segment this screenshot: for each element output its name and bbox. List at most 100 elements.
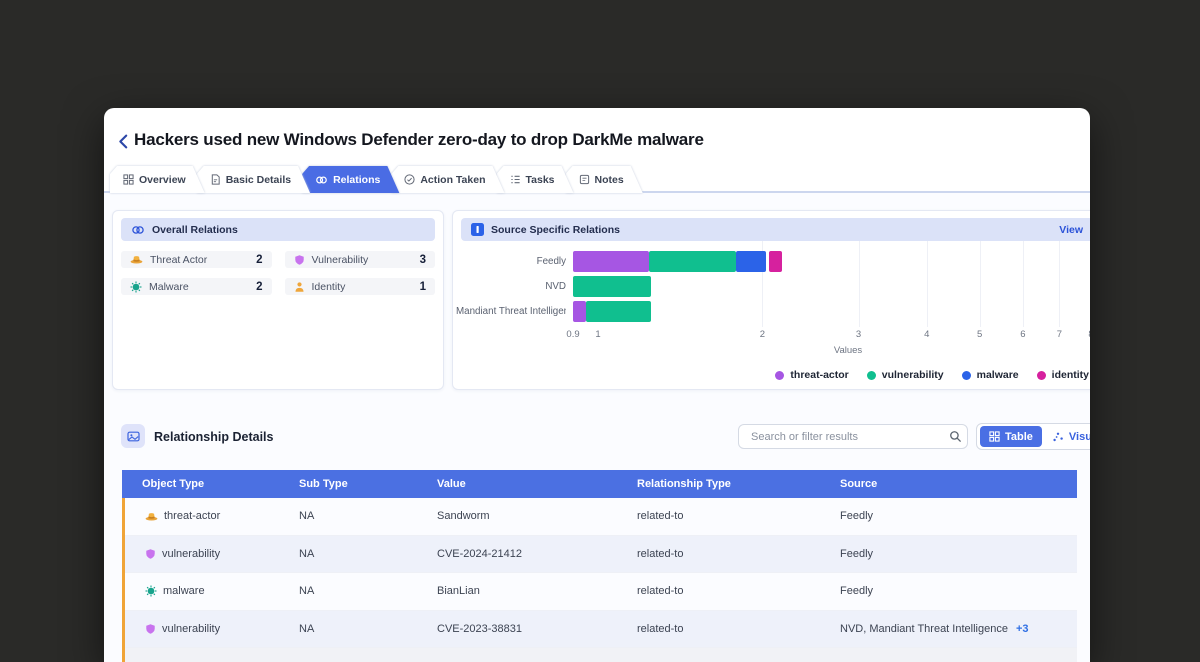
chart-gridline: [927, 241, 928, 327]
tab-bar: OverviewBasic Details Relations Action Tak…: [110, 165, 635, 193]
table-row[interactable]: threat-actorNASandwormrelated-toFeedly: [125, 498, 1077, 536]
cell-value: CVE-2023-38831: [417, 623, 617, 635]
cell-text: malware: [163, 585, 205, 597]
grid-icon: [123, 174, 134, 185]
cell-sub-type: NA: [279, 623, 417, 635]
cell-relationship-type: related-to: [617, 548, 820, 560]
column-header-object-type[interactable]: Object Type: [122, 478, 279, 490]
stat-identity[interactable]: Identity1: [285, 278, 436, 295]
source-more-link[interactable]: +3: [1016, 623, 1029, 635]
bar-segment-malware[interactable]: [736, 251, 766, 272]
table-row-partial[interactable]: [122, 648, 1077, 662]
stat-label: Malware: [149, 281, 249, 293]
table-row[interactable]: malwareNABianLianrelated-toFeedly: [125, 573, 1077, 611]
cell-source: Feedly: [820, 585, 1077, 597]
table-view-button[interactable]: Table: [980, 426, 1042, 447]
cell-relationship-type: related-to: [617, 510, 820, 522]
cell-text: related-to: [637, 623, 683, 635]
tab-overview[interactable]: Overview: [110, 166, 210, 193]
tab-label: Relations: [333, 174, 380, 186]
cell-value: Sandworm: [417, 510, 617, 522]
cell-text: BianLian: [437, 585, 480, 597]
cell-text: vulnerability: [162, 623, 220, 635]
cell-source: Feedly: [820, 548, 1077, 560]
cell-object-type: vulnerability: [125, 548, 279, 560]
x-axis-tick: 6: [1008, 329, 1038, 340]
column-header-value[interactable]: Value: [417, 478, 617, 490]
view-toggle: Table Visualize: [976, 423, 1090, 450]
legend-dot: [962, 371, 971, 380]
cell-text: Sandworm: [437, 510, 490, 522]
malware-icon: [145, 585, 157, 597]
cell-text: NA: [299, 623, 314, 635]
visualize-view-label: Visualize: [1069, 431, 1090, 443]
cell-sub-type: NA: [279, 548, 417, 560]
bar-segment-identity[interactable]: [769, 251, 781, 272]
x-axis-tick: 5: [965, 329, 995, 340]
x-axis-tick: 3: [844, 329, 874, 340]
legend-item-threat-actor[interactable]: threat-actor: [775, 369, 848, 381]
legend-dot: [867, 371, 876, 380]
cell-value: BianLian: [417, 585, 617, 597]
stat-vulnerability[interactable]: Vulnerability3: [285, 251, 436, 268]
tab-action-taken[interactable]: Action Taken: [391, 166, 509, 193]
legend-item-malware[interactable]: malware: [962, 369, 1019, 381]
bar-segment-threat-actor[interactable]: [573, 301, 586, 322]
bar-segment-threat-actor[interactable]: [573, 251, 649, 272]
column-header-source[interactable]: Source: [820, 478, 1077, 490]
search-icon[interactable]: [949, 430, 962, 443]
table-row[interactable]: vulnerabilityNACVE-2023-38831related-toN…: [125, 611, 1077, 649]
cell-text: Feedly: [840, 585, 873, 597]
tab-relations[interactable]: Relations: [302, 166, 404, 193]
cell-value: CVE-2024-21412: [417, 548, 617, 560]
tab-basic-details[interactable]: Basic Details: [197, 166, 315, 193]
legend-label: vulnerability: [882, 369, 944, 381]
column-header-relationship-type[interactable]: Relationship Type: [617, 478, 820, 490]
chart-gridline: [859, 241, 860, 327]
stat-threat-actor[interactable]: Threat Actor2: [121, 251, 272, 268]
cell-text: vulnerability: [162, 548, 220, 560]
stat-label: Vulnerability: [312, 254, 413, 266]
table-icon: [989, 431, 1000, 442]
chart-category-label: Feedly: [456, 251, 566, 272]
cell-object-type: vulnerability: [125, 623, 279, 635]
bar-segment-vulnerability[interactable]: [586, 301, 651, 322]
note-icon: [579, 174, 590, 185]
chart-gridline: [1059, 241, 1060, 327]
legend-item-vulnerability[interactable]: vulnerability: [867, 369, 944, 381]
search-input[interactable]: [738, 424, 968, 449]
x-axis-label: Values: [813, 345, 883, 356]
column-header-sub-type[interactable]: Sub Type: [279, 478, 417, 490]
table-row[interactable]: vulnerability NA CVE-2024-21412 related-to F…: [125, 536, 1077, 574]
legend-item-identity[interactable]: identity: [1037, 369, 1089, 381]
chart-category-label: NVD: [456, 276, 566, 297]
legend-label: malware: [977, 369, 1019, 381]
relationship-details-title: Relationship Details: [154, 430, 273, 444]
chart-gridline: [980, 241, 981, 327]
visualize-view-button[interactable]: Visualize: [1045, 426, 1090, 447]
x-axis-tick: 4: [912, 329, 942, 340]
x-axis-tick: 8: [1076, 329, 1090, 340]
stat-count: 2: [256, 254, 262, 266]
overall-relations-panel: Overall Relations Threat Actor2Vulnerabi…: [112, 210, 444, 390]
cell-relationship-type: related-to: [617, 585, 820, 597]
check-circle-icon: [404, 174, 415, 185]
cell-text: related-to: [637, 548, 683, 560]
vulnerability-icon: [294, 254, 305, 266]
x-axis-tick: 2: [747, 329, 777, 340]
bar-segment-vulnerability[interactable]: [573, 276, 651, 297]
source-relations-chart: 0.912345678FeedlyNVDMandiant Threat Inte…: [453, 211, 1090, 389]
cell-source: Feedly: [820, 510, 1077, 522]
relation-stats-grid: Threat Actor2Vulnerability3Malware2Ident…: [121, 251, 435, 295]
threat-actor-icon: [130, 254, 143, 265]
cell-text: CVE-2023-38831: [437, 623, 522, 635]
cell-text: CVE-2024-21412: [437, 548, 522, 560]
bar-segment-vulnerability[interactable]: [649, 251, 736, 272]
visualize-icon: [1052, 431, 1064, 443]
legend-label: threat-actor: [790, 369, 848, 381]
stat-malware[interactable]: Malware2: [121, 278, 272, 295]
back-icon[interactable]: [117, 134, 129, 149]
legend-label: identity: [1052, 369, 1089, 381]
file-icon: [210, 174, 221, 185]
relationship-table: Object TypeSub TypeValueRelationship Typ…: [122, 470, 1077, 662]
